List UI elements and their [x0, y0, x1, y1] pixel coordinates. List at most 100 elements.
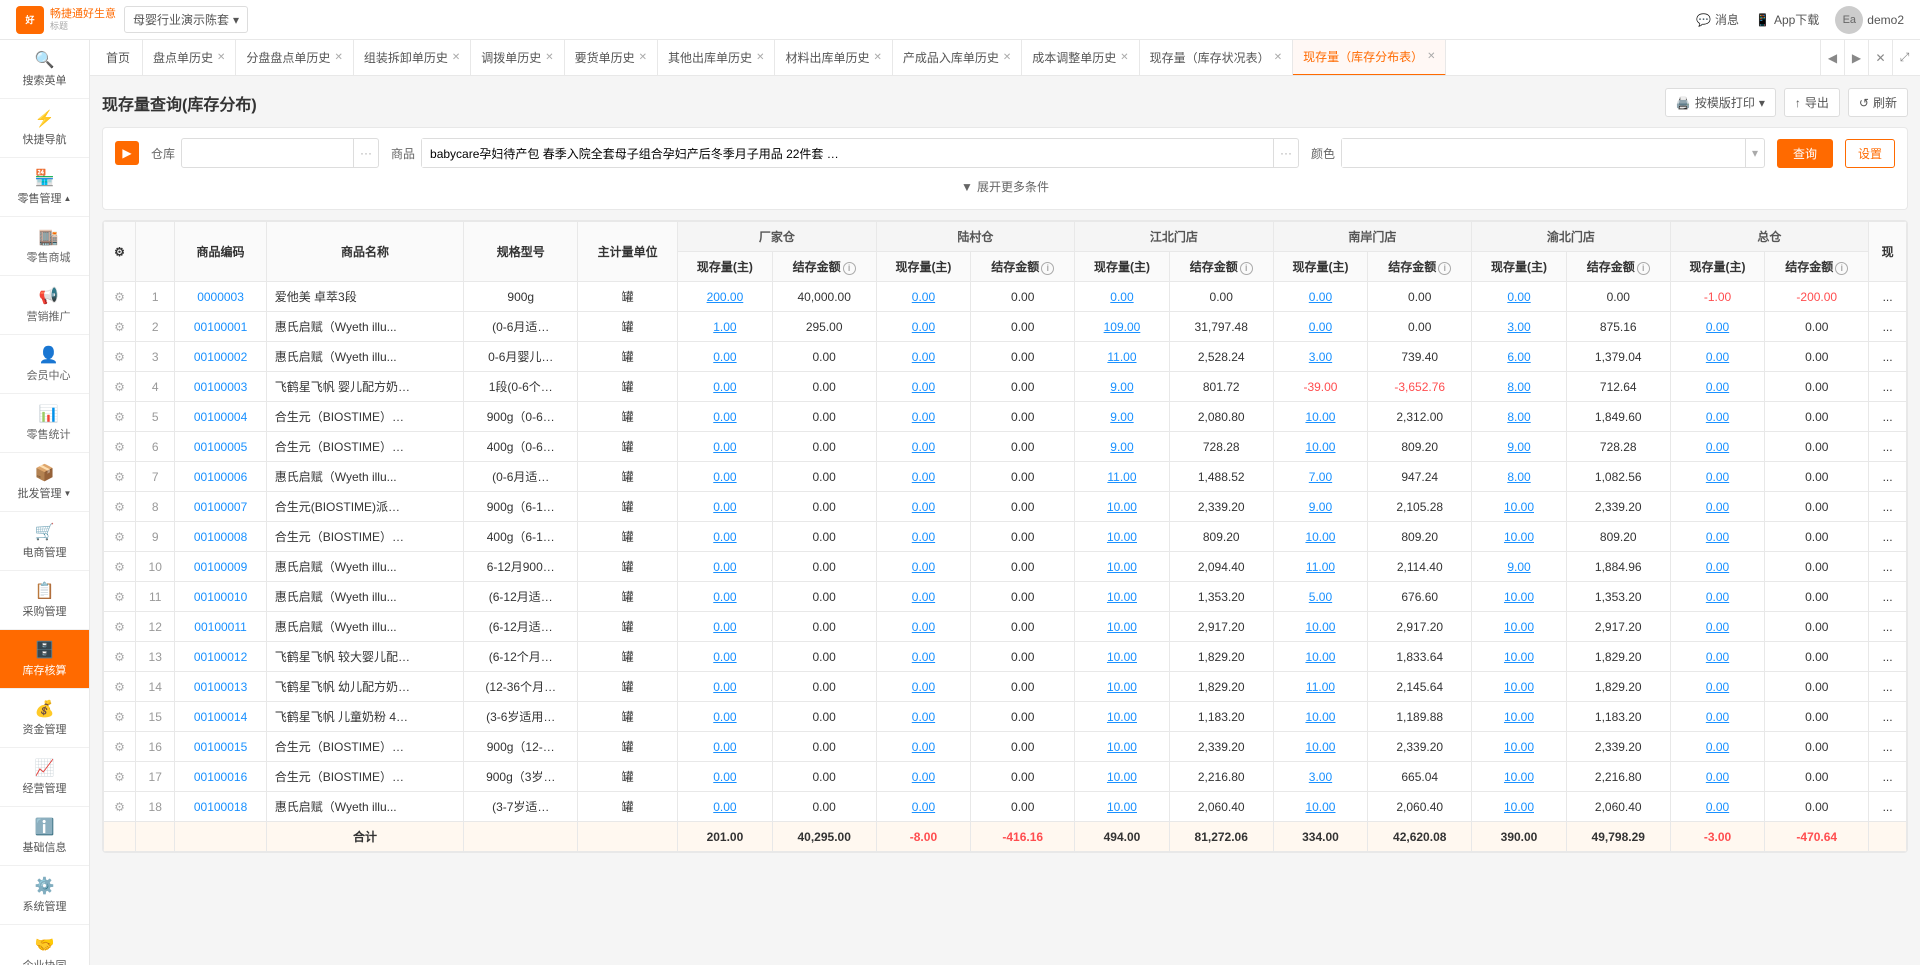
sidebar-item-marketing[interactable]: 📢 营销推广 — [0, 276, 89, 335]
cell-jb-qty[interactable]: 9.00 — [1075, 372, 1170, 402]
lu-amt-info[interactable]: i — [1041, 262, 1054, 275]
tab-close-material[interactable]: ✕ — [873, 52, 881, 63]
cell-fac-qty[interactable]: 0.00 — [678, 342, 773, 372]
color-input[interactable] — [1342, 139, 1745, 167]
cell-fac-qty[interactable]: 0.00 — [678, 492, 773, 522]
cell-yb-qty[interactable]: 3.00 — [1472, 312, 1567, 342]
cell-jb-qty[interactable]: 10.00 — [1075, 732, 1170, 762]
cell-fac-qty[interactable]: 0.00 — [678, 702, 773, 732]
cell-fac-qty[interactable]: 0.00 — [678, 612, 773, 642]
cell-lu-qty[interactable]: 0.00 — [876, 552, 971, 582]
cell-jb-qty[interactable]: 9.00 — [1075, 432, 1170, 462]
cell-na-qty[interactable]: 3.00 — [1273, 762, 1368, 792]
cell-fac-qty[interactable]: 0.00 — [678, 462, 773, 492]
cell-total-qty[interactable]: 0.00 — [1670, 612, 1765, 642]
cell-lu-qty[interactable]: 0.00 — [876, 402, 971, 432]
sidebar-item-enterprise[interactable]: 🤝 企业协同 — [0, 925, 89, 965]
cell-settings[interactable]: ⚙ — [104, 432, 136, 462]
fac-amt-info[interactable]: i — [843, 262, 856, 275]
sidebar-item-search[interactable]: 🔍 搜索英单 — [0, 40, 89, 99]
cell-jb-qty[interactable]: 10.00 — [1075, 642, 1170, 672]
cell-total-qty[interactable]: 0.00 — [1670, 522, 1765, 552]
cell-settings[interactable]: ⚙ — [104, 462, 136, 492]
cell-settings[interactable]: ⚙ — [104, 732, 136, 762]
cell-fac-qty[interactable]: 0.00 — [678, 762, 773, 792]
cell-lu-qty[interactable]: 0.00 — [876, 612, 971, 642]
color-dots-btn[interactable]: ▾ — [1745, 139, 1764, 167]
cell-lu-qty[interactable]: 0.00 — [876, 372, 971, 402]
cell-lu-qty[interactable]: 0.00 — [876, 672, 971, 702]
cell-total-qty[interactable]: 0.00 — [1670, 762, 1765, 792]
query-button[interactable]: 查询 — [1777, 139, 1833, 168]
cell-na-qty[interactable]: 10.00 — [1273, 522, 1368, 552]
cell-jb-qty[interactable]: 11.00 — [1075, 342, 1170, 372]
cell-lu-qty[interactable]: 0.00 — [876, 282, 971, 312]
cell-settings[interactable]: ⚙ — [104, 582, 136, 612]
cell-total-qty[interactable]: 0.00 — [1670, 462, 1765, 492]
sidebar-item-system[interactable]: ⚙️ 系统管理 — [0, 866, 89, 925]
cell-lu-qty[interactable]: 0.00 — [876, 702, 971, 732]
yb-amt-info[interactable]: i — [1637, 262, 1650, 275]
tab-close-purchase[interactable]: ✕ — [639, 52, 647, 63]
tab-other-out[interactable]: 其他出库单历史 ✕ — [658, 40, 775, 76]
cell-total-qty[interactable]: -1.00 — [1670, 282, 1765, 312]
cell-jb-qty[interactable]: 10.00 — [1075, 612, 1170, 642]
cell-yb-qty[interactable]: 10.00 — [1472, 762, 1567, 792]
tab-transfer[interactable]: 调拨单历史 ✕ — [471, 40, 564, 76]
sidebar-item-basics[interactable]: ℹ️ 基础信息 — [0, 807, 89, 866]
cell-yb-qty[interactable]: 10.00 — [1472, 492, 1567, 522]
tab-cost-adjust[interactable]: 成本调整单历史 ✕ — [1022, 40, 1139, 76]
sidebar-item-inventory[interactable]: 🗄️ 库存核算 — [0, 630, 89, 689]
cell-fac-qty[interactable]: 0.00 — [678, 642, 773, 672]
cell-fac-qty[interactable]: 0.00 — [678, 672, 773, 702]
cell-jb-qty[interactable]: 0.00 — [1075, 282, 1170, 312]
tab-home[interactable]: 首页 — [94, 40, 143, 76]
sidebar-item-retail-stats[interactable]: 📊 零售统计 — [0, 394, 89, 453]
cell-yb-qty[interactable]: 8.00 — [1472, 372, 1567, 402]
cell-na-qty[interactable]: 3.00 — [1273, 342, 1368, 372]
cell-na-qty[interactable]: 10.00 — [1273, 792, 1368, 822]
tab-assembly[interactable]: 组装拆卸单历史 ✕ — [354, 40, 471, 76]
cell-total-qty[interactable]: 0.00 — [1670, 582, 1765, 612]
cell-lu-qty[interactable]: 0.00 — [876, 792, 971, 822]
tab-finished-in[interactable]: 产成品入库单历史 ✕ — [893, 40, 1022, 76]
tab-close-stock-dist[interactable]: ✕ — [1427, 51, 1435, 62]
cell-lu-qty[interactable]: 0.00 — [876, 312, 971, 342]
cell-yb-qty[interactable]: 8.00 — [1472, 462, 1567, 492]
cell-na-qty[interactable]: 0.00 — [1273, 312, 1368, 342]
cell-fac-qty[interactable]: 0.00 — [678, 732, 773, 762]
na-amt-info[interactable]: i — [1438, 262, 1451, 275]
sidebar-item-ecommerce[interactable]: 🛒 电商管理 — [0, 512, 89, 571]
cell-jb-qty[interactable]: 10.00 — [1075, 522, 1170, 552]
cell-yb-qty[interactable]: 10.00 — [1472, 582, 1567, 612]
cell-fac-qty[interactable]: 0.00 — [678, 552, 773, 582]
message-action[interactable]: 💬 消息 — [1696, 11, 1739, 28]
sidebar-item-retail[interactable]: 🏪 零售管理 ▲ — [0, 158, 89, 217]
cell-jb-qty[interactable]: 10.00 — [1075, 672, 1170, 702]
sidebar-item-operations[interactable]: 📈 经营管理 — [0, 748, 89, 807]
cell-na-qty[interactable]: 10.00 — [1273, 402, 1368, 432]
cell-na-qty[interactable]: 0.00 — [1273, 282, 1368, 312]
cell-settings[interactable]: ⚙ — [104, 492, 136, 522]
cell-na-qty[interactable]: -39.00 — [1273, 372, 1368, 402]
refresh-button[interactable]: ↺ 刷新 — [1848, 88, 1908, 117]
tab-fullscreen[interactable]: ⤢ — [1892, 40, 1916, 76]
tab-close-inventory-count[interactable]: ✕ — [217, 52, 225, 63]
goods-input[interactable] — [422, 139, 1273, 167]
cell-total-qty[interactable]: 0.00 — [1670, 312, 1765, 342]
sidebar-item-shortcut[interactable]: ⚡ 快捷导航 — [0, 99, 89, 158]
tab-close-assembly[interactable]: ✕ — [452, 52, 460, 63]
sidebar-item-purchase[interactable]: 📋 采购管理 — [0, 571, 89, 630]
jb-amt-info[interactable]: i — [1240, 262, 1253, 275]
cell-lu-qty[interactable]: 0.00 — [876, 462, 971, 492]
cell-yb-qty[interactable]: 0.00 — [1472, 282, 1567, 312]
cell-total-qty[interactable]: 0.00 — [1670, 492, 1765, 522]
tab-inventory-count[interactable]: 盘点单历史 ✕ — [143, 40, 236, 76]
tab-close-sub-inventory[interactable]: ✕ — [334, 52, 342, 63]
cell-jb-qty[interactable]: 10.00 — [1075, 552, 1170, 582]
cell-yb-qty[interactable]: 9.00 — [1472, 552, 1567, 582]
cell-na-qty[interactable]: 10.00 — [1273, 432, 1368, 462]
cell-total-qty[interactable]: 0.00 — [1670, 402, 1765, 432]
cell-na-qty[interactable]: 10.00 — [1273, 732, 1368, 762]
cell-yb-qty[interactable]: 10.00 — [1472, 702, 1567, 732]
